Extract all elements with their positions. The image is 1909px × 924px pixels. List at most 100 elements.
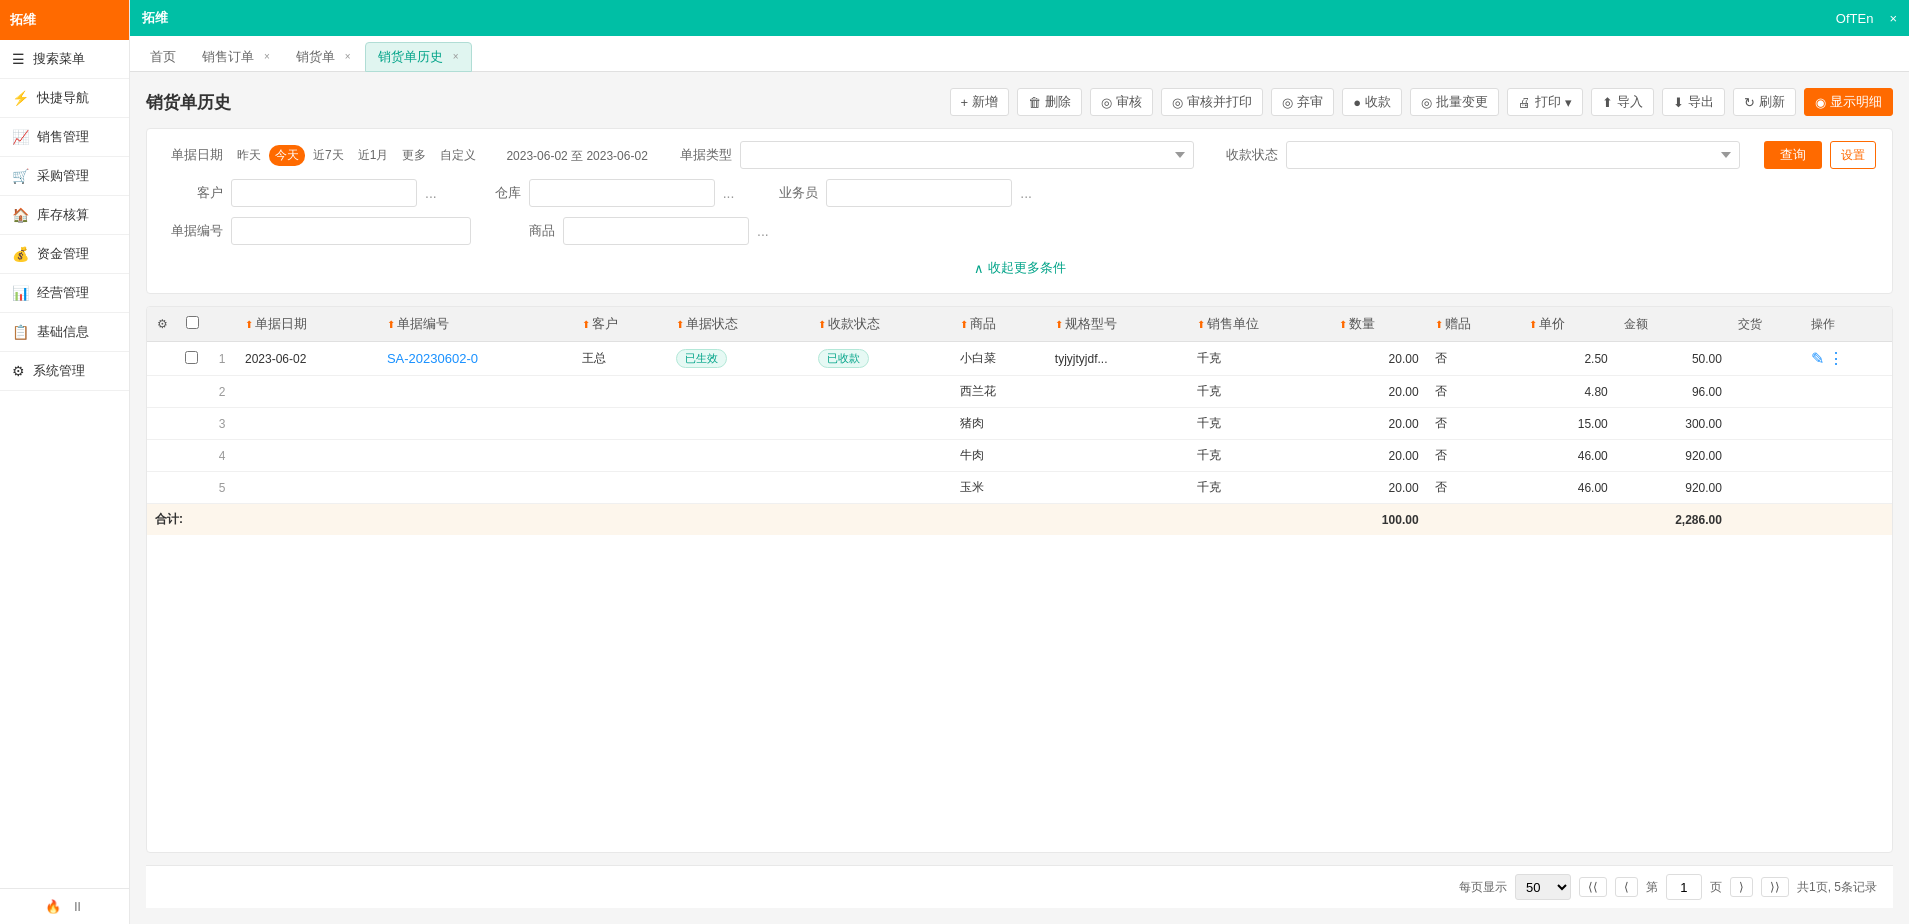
next-page-button[interactable]: ⟩: [1730, 877, 1753, 897]
sidebar-item-sales-mgmt[interactable]: 📈 销售管理: [0, 118, 129, 157]
customer-col-header[interactable]: ⬆客户: [574, 307, 669, 342]
filter-customer-ellipsis[interactable]: ...: [425, 185, 437, 201]
sidebar-item-label: 搜索菜单: [33, 50, 85, 68]
export-icon: ⬇: [1673, 95, 1684, 110]
qty-col-header[interactable]: ⬆数量: [1331, 307, 1427, 342]
payment-status-col-header[interactable]: ⬆收款状态: [810, 307, 952, 342]
gift-cell: 否: [1427, 342, 1522, 376]
table-header-row: ⚙ ⬆单据日期 ⬆单据编号 ⬆客户 ⬆单据状态 ⬆收款状态 ⬆商品 ⬆规格型号 …: [147, 307, 1892, 342]
sidebar-item-purchase-mgmt[interactable]: 🛒 采购管理: [0, 157, 129, 196]
last-page-button[interactable]: ⟩⟩: [1761, 877, 1789, 897]
filter-goods-input[interactable]: [563, 217, 749, 245]
sidebar-item-finance-mgmt[interactable]: 💰 资金管理: [0, 235, 129, 274]
tab-sales-order[interactable]: 销售订单 ×: [190, 42, 282, 72]
num-col-header: [207, 307, 237, 342]
add-button[interactable]: + 新增: [950, 88, 1010, 116]
goods-cell: 小白菜: [952, 342, 1047, 376]
page-header: 销货单历史 + 新增 🗑 删除 ◎ 审核 ◎ 审核并打印: [146, 88, 1893, 116]
unit-cell: 千克: [1189, 342, 1331, 376]
date-tab-1month[interactable]: 近1月: [352, 145, 395, 166]
settings-col-header[interactable]: ⚙: [147, 307, 177, 342]
spec-col-header[interactable]: ⬆规格型号: [1047, 307, 1189, 342]
import-button[interactable]: ⬆ 导入: [1591, 88, 1654, 116]
prev-page-button[interactable]: ⟨: [1615, 877, 1638, 897]
delete-button[interactable]: 🗑 删除: [1017, 88, 1082, 116]
per-page-select[interactable]: 50 100: [1515, 874, 1571, 900]
setting-button[interactable]: 设置: [1830, 141, 1876, 169]
close-all-button[interactable]: ×: [1889, 11, 1897, 26]
more-action-button[interactable]: ⋮: [1828, 349, 1844, 368]
filter-goods-ellipsis[interactable]: ...: [757, 223, 769, 239]
filter-customer-input[interactable]: [231, 179, 417, 207]
sidebar-item-quick-nav[interactable]: ⚡ 快捷导航: [0, 79, 129, 118]
date-tab-today[interactable]: 今天: [269, 145, 305, 166]
first-page-button[interactable]: ⟨⟨: [1579, 877, 1607, 897]
refresh-button[interactable]: ↻ 刷新: [1733, 88, 1796, 116]
doc-date-col-header[interactable]: ⬆单据日期: [237, 307, 379, 342]
batch-change-button[interactable]: ◎ 批量变更: [1410, 88, 1499, 116]
filter-doc-type-label: 单据类型: [672, 146, 732, 164]
amount-cell: 50.00: [1616, 342, 1730, 376]
audit-print-label: 审核并打印: [1187, 93, 1252, 111]
tab-sales-history-label: 销货单历史: [378, 48, 443, 66]
doc-no-cell: SA-20230602-0: [379, 342, 574, 376]
tab-sales-goods-close[interactable]: ×: [345, 51, 351, 62]
filter-doc-no-label: 单据编号: [163, 222, 223, 240]
row-checkbox[interactable]: [185, 351, 198, 364]
unit-col-header[interactable]: ⬆销售单位: [1189, 307, 1331, 342]
filter-doc-type-select[interactable]: [740, 141, 1194, 169]
edit-action-button[interactable]: ✎: [1811, 349, 1824, 368]
sidebar-item-inventory-calc[interactable]: 🏠 库存核算: [0, 196, 129, 235]
filter-salesperson-input[interactable]: [826, 179, 1012, 207]
audit-print-button[interactable]: ◎ 审核并打印: [1161, 88, 1263, 116]
show-detail-button[interactable]: ◉ 显示明细: [1804, 88, 1893, 116]
doc-status-col-header[interactable]: ⬆单据状态: [668, 307, 810, 342]
goods-col-header[interactable]: ⬆商品: [952, 307, 1047, 342]
tab-sales-history[interactable]: 销货单历史 ×: [365, 42, 472, 72]
unit-price-col-header[interactable]: ⬆单价: [1521, 307, 1616, 342]
filter-collapse-button[interactable]: ∧ 收起更多条件: [163, 255, 1876, 281]
filter-payment-status-item: 收款状态: [1218, 141, 1740, 169]
tab-sales-goods-label: 销货单: [296, 48, 335, 66]
sidebar-bottom-icon-2[interactable]: ⏸: [71, 899, 84, 914]
filter-doc-no-input[interactable]: [231, 217, 471, 245]
payment-button[interactable]: ● 收款: [1342, 88, 1402, 116]
tab-sales-order-close[interactable]: ×: [264, 51, 270, 62]
filter-salesperson-ellipsis[interactable]: ...: [1020, 185, 1032, 201]
per-page-label: 每页显示: [1459, 879, 1507, 896]
tab-sales-history-close[interactable]: ×: [453, 51, 459, 62]
sidebar-item-search-menu[interactable]: ☰ 搜索菜单: [0, 40, 129, 79]
sidebar-item-operations-mgmt[interactable]: 📊 经营管理: [0, 274, 129, 313]
filter-payment-status-select[interactable]: [1286, 141, 1740, 169]
sidebar-item-basic-info[interactable]: 📋 基础信息: [0, 313, 129, 352]
export-button[interactable]: ⬇ 导出: [1662, 88, 1725, 116]
date-tab-more[interactable]: 更多: [396, 145, 432, 166]
summary-empty: [237, 504, 1331, 536]
date-tab-yesterday[interactable]: 昨天: [231, 145, 267, 166]
date-tab-7days[interactable]: 近7天: [307, 145, 350, 166]
tab-home[interactable]: 首页: [138, 42, 188, 72]
filter-warehouse-input[interactable]: [529, 179, 715, 207]
goods-cell: 牛肉: [952, 440, 1047, 472]
cancel-audit-button[interactable]: ◎ 弃审: [1271, 88, 1334, 116]
sidebar-item-system-mgmt[interactable]: ⚙ 系统管理: [0, 352, 129, 391]
page-number-input[interactable]: [1666, 874, 1702, 900]
tab-sales-goods[interactable]: 销货单 ×: [284, 42, 363, 72]
sidebar-bottom-icon-1[interactable]: 🔥: [45, 899, 61, 914]
summary-empty4: [1730, 504, 1892, 536]
finance-icon: 💰: [12, 246, 29, 262]
print-button[interactable]: 🖨 打印 ▾: [1507, 88, 1583, 116]
checkbox-cell: [177, 342, 207, 376]
goods-cell: 西兰花: [952, 376, 1047, 408]
doc-no-cell: [379, 408, 574, 440]
audit-button[interactable]: ◎ 审核: [1090, 88, 1153, 116]
select-all-checkbox[interactable]: [186, 316, 199, 329]
filter-warehouse-ellipsis[interactable]: ...: [723, 185, 735, 201]
query-button[interactable]: 查询: [1764, 141, 1822, 169]
gift-col-header[interactable]: ⬆赠品: [1427, 307, 1522, 342]
summary-row: 合计: 100.00 2,286.00: [147, 504, 1892, 536]
doc-no-col-header[interactable]: ⬆单据编号: [379, 307, 574, 342]
doc-no-link[interactable]: SA-20230602-0: [387, 351, 478, 366]
date-tab-custom[interactable]: 自定义: [434, 145, 482, 166]
add-label: 新增: [972, 93, 998, 111]
